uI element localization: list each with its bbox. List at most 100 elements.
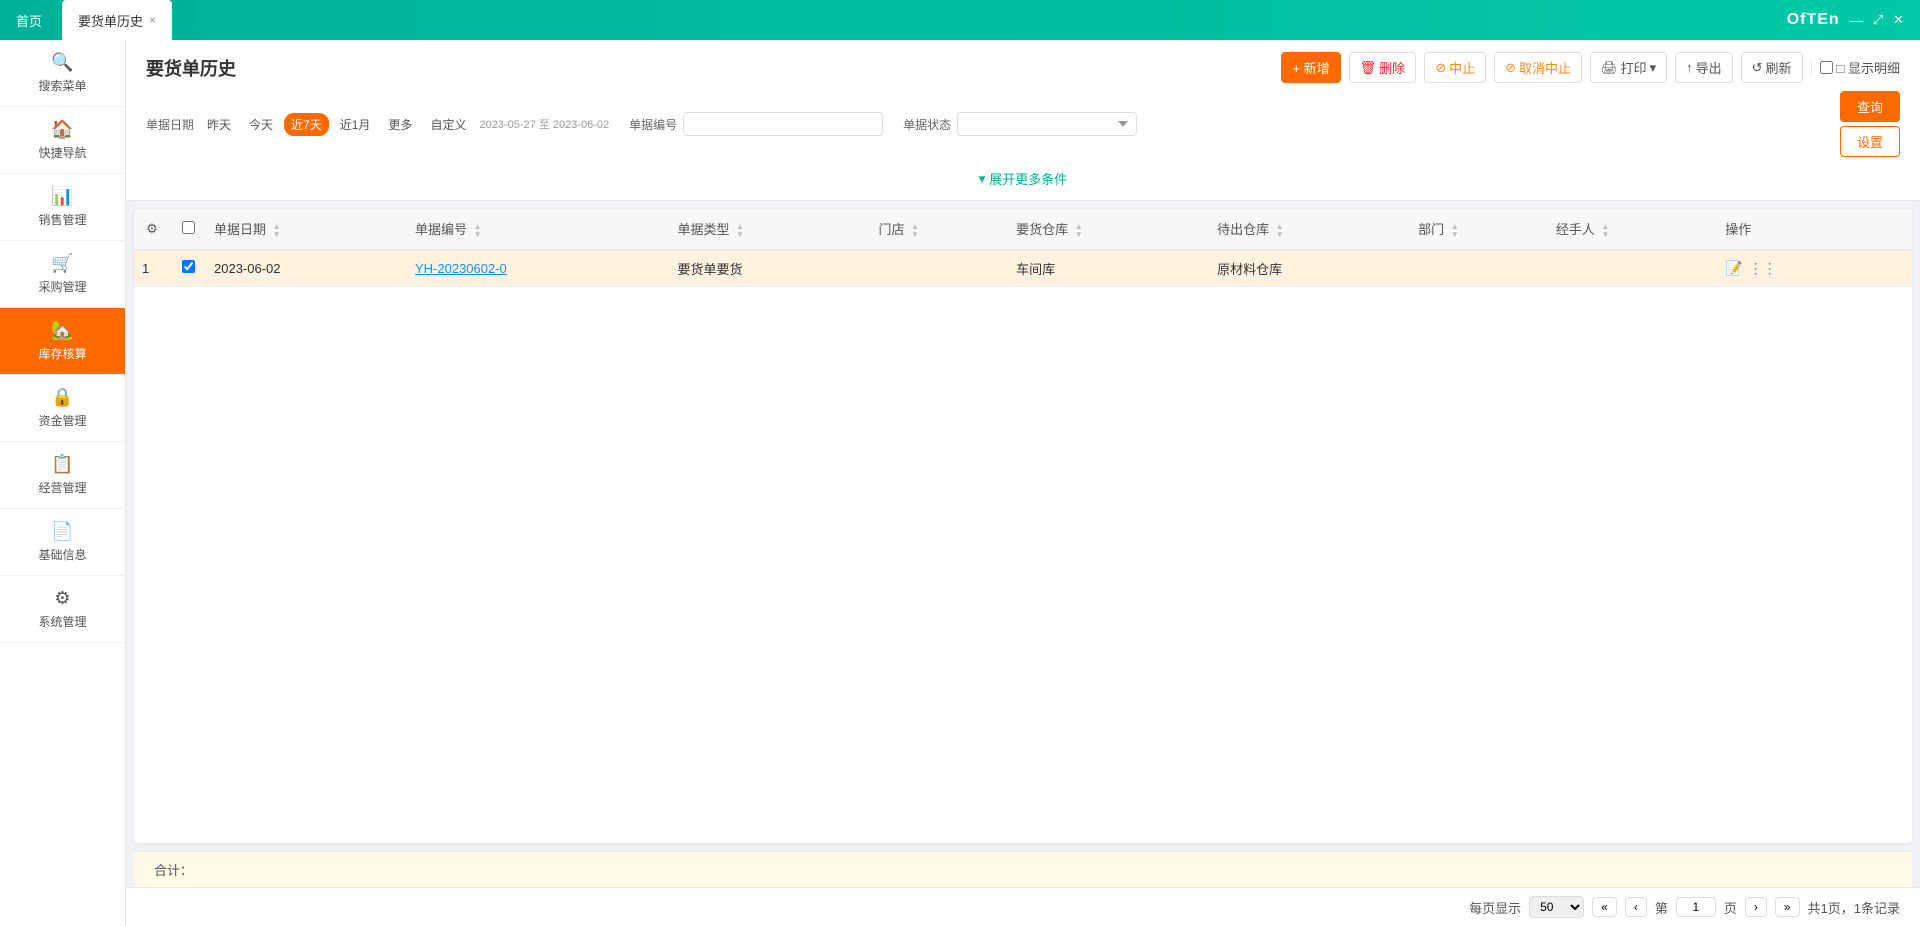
column-checkbox: [170, 209, 206, 250]
row-checkbox[interactable]: [182, 260, 195, 273]
per-page-label: 每页显示: [1469, 898, 1521, 917]
expand-chevron-icon: ▾: [979, 171, 986, 187]
column-store: 门店 ▲▼: [870, 209, 1008, 250]
cell-pending-warehouse: 原材料仓库: [1209, 250, 1410, 287]
main-layout: 🔍 搜索菜单 🏠 快捷导航 📊 销售管理 🛒 采购管理 🏡 库存核算 🔒 资金管…: [0, 40, 1920, 926]
toolbar: + 新增 🗑 删除 ⊘ 中止 ⊘ 取消中止 🖨: [1281, 52, 1900, 83]
last-page-button[interactable]: »: [1775, 897, 1800, 917]
doc-status-select[interactable]: [957, 112, 1137, 136]
cancel-stop-button[interactable]: ⊘ 取消中止: [1494, 52, 1582, 83]
sort-number-icon[interactable]: ▲▼: [474, 223, 482, 239]
sort-pending-warehouse-icon[interactable]: ▲▼: [1276, 223, 1284, 239]
query-button[interactable]: 查询: [1840, 91, 1900, 122]
sort-department-icon[interactable]: ▲▼: [1451, 223, 1459, 239]
stop-button[interactable]: ⊘ 中止: [1424, 52, 1486, 83]
cancel-stop-icon: ⊘: [1505, 60, 1516, 76]
settings-button[interactable]: 设置: [1840, 126, 1900, 157]
column-settings-icon[interactable]: ⚙: [134, 209, 170, 250]
sidebar-item-purchase[interactable]: 🛒 采购管理: [0, 241, 125, 308]
sidebar-label-inventory: 库存核算: [38, 345, 86, 362]
tab-history[interactable]: 要货单历史 ×: [62, 0, 172, 40]
prev-page-button[interactable]: ‹: [1625, 897, 1647, 917]
per-page-select[interactable]: 50 20 100 200: [1529, 896, 1584, 918]
topbar-right: OfTEn — ⤢ ✕: [1787, 11, 1920, 29]
expand-row: ▾ 展开更多条件: [146, 165, 1900, 192]
export-button[interactable]: ↑ 导出: [1675, 52, 1733, 83]
sidebar-item-system[interactable]: ⚙ 系统管理: [0, 576, 125, 643]
column-number-label: 单据编号: [415, 222, 467, 237]
delete-label: 删除: [1379, 58, 1405, 77]
sidebar-item-operations[interactable]: 📋 经营管理: [0, 442, 125, 509]
sidebar-item-sales[interactable]: 📊 销售管理: [0, 174, 125, 241]
next-page-button[interactable]: ›: [1745, 897, 1767, 917]
show-detail-label[interactable]: □ 显示明细: [1820, 58, 1900, 77]
close-tab-icon[interactable]: ×: [149, 13, 156, 27]
date-btn-custom[interactable]: 自定义: [423, 113, 473, 136]
delete-icon: 🗑: [1360, 60, 1377, 76]
print-button[interactable]: 🖨 打印 ▾: [1590, 52, 1667, 83]
inventory-icon: 🏡: [51, 320, 73, 341]
date-btn-yesterday[interactable]: 昨天: [200, 113, 238, 136]
date-btn-last-month[interactable]: 近1月: [333, 113, 378, 136]
sidebar-item-quick-nav[interactable]: 🏠 快捷导航: [0, 107, 125, 174]
show-detail-checkbox[interactable]: [1820, 61, 1833, 74]
sidebar-item-finance[interactable]: 🔒 资金管理: [0, 375, 125, 442]
expand-more-button[interactable]: ▾ 展开更多条件: [979, 169, 1068, 188]
row-edit-icon[interactable]: 📝: [1725, 260, 1742, 277]
date-buttons: 昨天 今天 近7天 近1月 更多 自定义: [200, 113, 473, 136]
page-label: 第: [1655, 898, 1668, 917]
sidebar-item-inventory[interactable]: 🏡 库存核算: [0, 308, 125, 375]
date-btn-last7[interactable]: 近7天: [284, 113, 329, 136]
column-department-label: 部门: [1418, 222, 1444, 237]
pagination-bar: 每页显示 50 20 100 200 « ‹ 第 页 › » 共1页，1条记录: [126, 887, 1920, 926]
sidebar-item-search[interactable]: 🔍 搜索菜单: [0, 40, 125, 107]
filter-date-group: 单据日期 昨天 今天 近7天 近1月 更多 自定义 2023-05-27 至 2…: [146, 113, 609, 136]
sidebar-label-system: 系统管理: [38, 613, 86, 630]
date-range-text: 2023-05-27 至 2023-06-02: [479, 116, 609, 132]
new-label: + 新增: [1292, 58, 1329, 77]
export-icon: ↑: [1686, 60, 1693, 75]
sort-store-icon[interactable]: ▲▼: [911, 223, 919, 239]
sidebar-label-purchase: 采购管理: [38, 278, 86, 295]
top-bar: 首页 要货单历史 × OfTEn — ⤢ ✕: [0, 0, 1920, 40]
column-department: 部门 ▲▼: [1410, 209, 1548, 250]
page-input[interactable]: [1676, 897, 1716, 917]
cell-checkbox: [170, 250, 206, 287]
column-req-warehouse-label: 要货仓库: [1016, 222, 1068, 237]
new-button[interactable]: + 新增: [1281, 52, 1340, 83]
column-store-label: 门店: [878, 222, 904, 237]
row-more-icon[interactable]: ⋮⋮: [1749, 260, 1777, 277]
date-filter-label: 单据日期: [146, 116, 194, 133]
total-info: 共1页，1条记录: [1808, 898, 1900, 917]
refresh-button[interactable]: ↺ 刷新: [1741, 52, 1803, 83]
tab-home[interactable]: 首页: [0, 0, 58, 40]
sidebar-label-operations: 经营管理: [38, 479, 86, 496]
footer-label: 合计：: [154, 863, 193, 878]
sidebar-label-quick-nav: 快捷导航: [38, 144, 86, 161]
column-handler-label: 经手人: [1556, 222, 1595, 237]
refresh-label: 刷新: [1766, 58, 1792, 77]
date-btn-more[interactable]: 更多: [381, 113, 419, 136]
sort-handler-icon[interactable]: ▲▼: [1601, 223, 1609, 239]
doc-number-label: 单据编号: [629, 116, 677, 133]
doc-number-input[interactable]: [683, 112, 883, 136]
window-resize-icon[interactable]: ⤢: [1873, 12, 1883, 28]
cell-number[interactable]: YH-20230602-0: [407, 250, 669, 287]
sidebar-label-basic: 基础信息: [38, 546, 86, 563]
select-all-checkbox[interactable]: [182, 221, 195, 234]
sort-date-icon[interactable]: ▲▼: [273, 223, 281, 239]
sort-req-warehouse-icon[interactable]: ▲▼: [1075, 223, 1083, 239]
cart-icon: 🛒: [51, 253, 73, 274]
cell-type: 要货单要货: [669, 250, 870, 287]
delete-button[interactable]: 🗑 删除: [1349, 52, 1417, 83]
date-btn-today[interactable]: 今天: [242, 113, 280, 136]
table-header-row: ⚙ 单据日期 ▲▼ 单据编号 ▲▼ 单据类型: [134, 209, 1912, 250]
sidebar: 🔍 搜索菜单 🏠 快捷导航 📊 销售管理 🛒 采购管理 🏡 库存核算 🔒 资金管…: [0, 40, 126, 926]
first-page-button[interactable]: «: [1592, 897, 1617, 917]
sidebar-item-basic[interactable]: 📄 基础信息: [0, 509, 125, 576]
print-label: 打印: [1621, 58, 1647, 77]
export-label: 导出: [1696, 58, 1722, 77]
window-minimize-icon[interactable]: —: [1850, 13, 1863, 28]
sort-type-icon[interactable]: ▲▼: [736, 223, 744, 239]
window-close-icon[interactable]: ✕: [1893, 12, 1904, 28]
